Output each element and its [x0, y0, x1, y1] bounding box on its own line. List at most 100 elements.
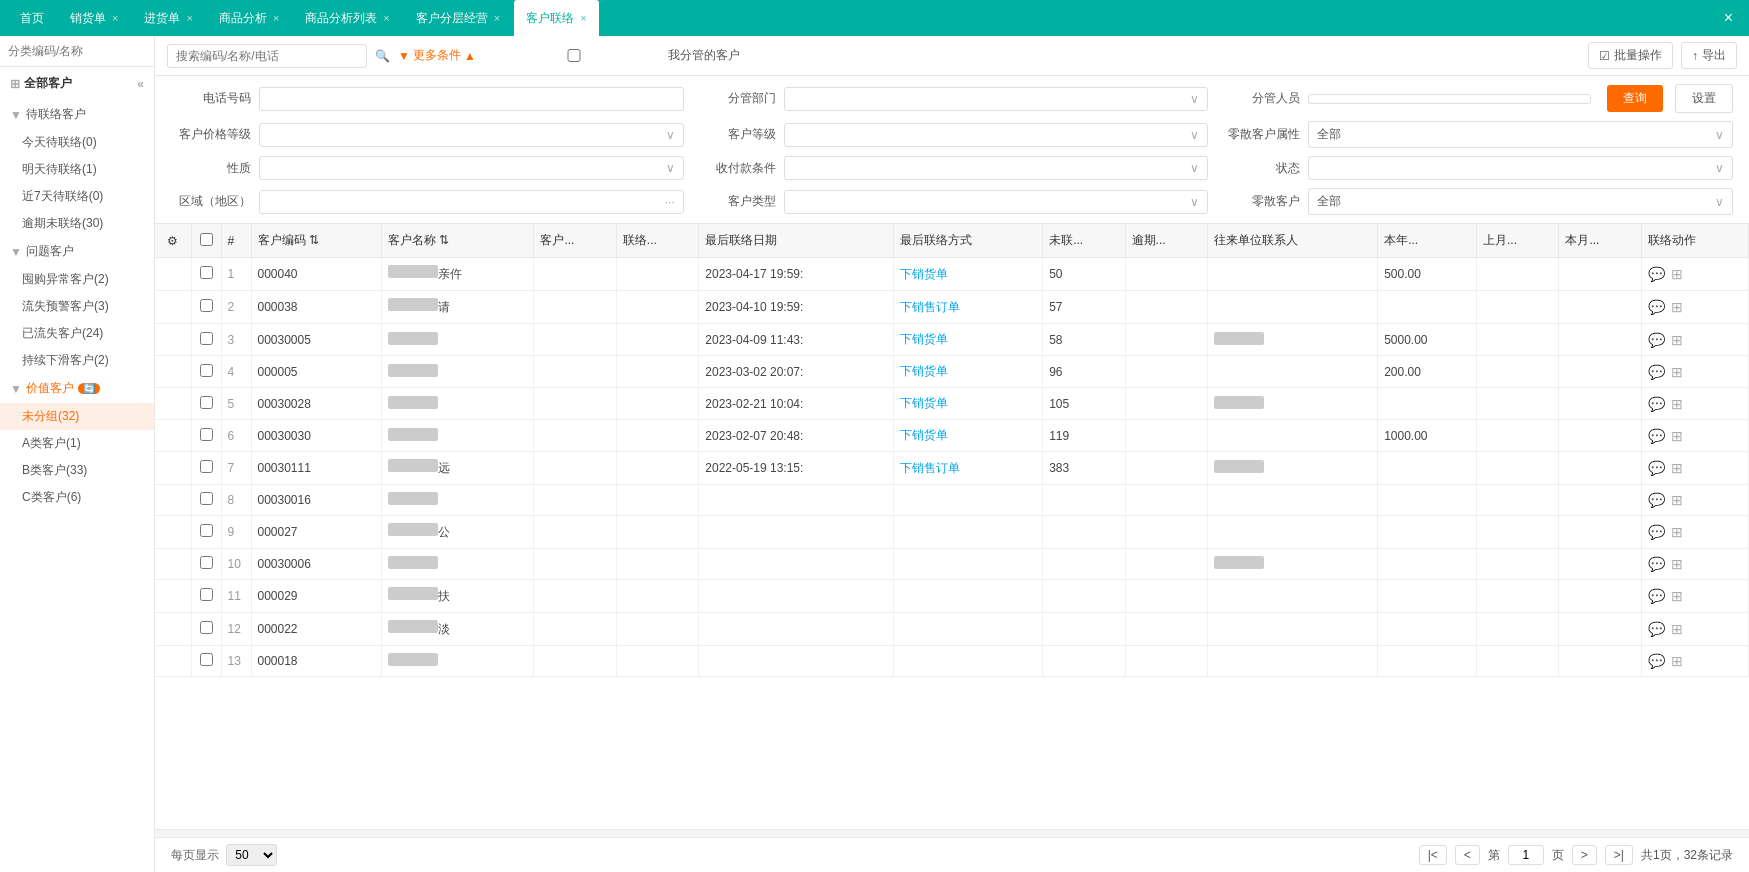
grid-action-icon[interactable]: ⊞: [1671, 266, 1683, 282]
last-contact-method-cell[interactable]: [894, 485, 1043, 516]
sidebar-item-abnormal[interactable]: 囤购异常客户(2): [0, 266, 154, 293]
message-action-icon[interactable]: 💬: [1648, 621, 1665, 637]
last-contact-method-cell[interactable]: [894, 646, 1043, 677]
last-contact-method-cell[interactable]: [894, 613, 1043, 646]
message-action-icon[interactable]: 💬: [1648, 588, 1665, 604]
row-checkbox-cell[interactable]: [191, 580, 221, 613]
nav-goods-analysis-list[interactable]: 商品分析列表 ×: [293, 0, 401, 36]
message-action-icon[interactable]: 💬: [1648, 653, 1665, 669]
last-contact-method-cell[interactable]: 下销货单: [894, 420, 1043, 452]
row-checkbox[interactable]: [200, 492, 213, 505]
overdue-column-header[interactable]: 逾期...: [1125, 224, 1207, 258]
nav-customer-contact[interactable]: 客户联络 ×: [514, 0, 598, 36]
sidebar-section-problem[interactable]: ▼ 问题客户: [0, 237, 154, 266]
last-page-button[interactable]: >|: [1605, 845, 1633, 865]
grid-action-icon[interactable]: ⊞: [1671, 653, 1683, 669]
dept-select[interactable]: ∨: [784, 87, 1209, 111]
prev-page-button[interactable]: <: [1455, 845, 1480, 865]
row-checkbox-cell[interactable]: [191, 324, 221, 356]
nav-goods-analysis[interactable]: 商品分析 ×: [207, 0, 291, 36]
sidebar-item-unclassified[interactable]: 未分组(32): [0, 403, 154, 430]
horizontal-scrollbar[interactable]: [155, 829, 1749, 837]
row-checkbox-cell[interactable]: [191, 388, 221, 420]
grid-action-icon[interactable]: ⊞: [1671, 396, 1683, 412]
page-input[interactable]: [1508, 845, 1544, 865]
sidebar-section-pending[interactable]: ▼ 待联络客户: [0, 100, 154, 129]
sidebar-item-churn-warning[interactable]: 流失预警客户(3): [0, 293, 154, 320]
first-page-button[interactable]: |<: [1419, 845, 1447, 865]
reset-button[interactable]: 设置: [1675, 84, 1733, 113]
uncontacted-column-header[interactable]: 未联...: [1043, 224, 1125, 258]
last-contact-method-cell[interactable]: 下销货单: [894, 258, 1043, 291]
sidebar-item-churned[interactable]: 已流失客户(24): [0, 320, 154, 347]
grid-action-icon[interactable]: ⊞: [1671, 364, 1683, 380]
row-checkbox[interactable]: [200, 524, 213, 537]
last-contact-method-cell[interactable]: 下销货单: [894, 388, 1043, 420]
more-conditions-button[interactable]: ▼ 更多条件 ▲: [398, 47, 476, 64]
sidebar-search-input[interactable]: [8, 44, 155, 58]
price-level-select[interactable]: ∨: [259, 123, 684, 147]
grid-action-icon[interactable]: ⊞: [1671, 460, 1683, 476]
message-action-icon[interactable]: 💬: [1648, 299, 1665, 315]
nav-purchase[interactable]: 进货单 ×: [132, 0, 204, 36]
sidebar-collapse-button[interactable]: «: [137, 77, 144, 91]
scattered-select[interactable]: 全部 ∨: [1308, 188, 1733, 215]
name-column-header[interactable]: 客户名称 ⇅: [381, 224, 534, 258]
code-column-header[interactable]: 客户编码 ⇅: [251, 224, 381, 258]
my-customers-checkbox[interactable]: [484, 49, 664, 62]
row-checkbox-cell[interactable]: [191, 485, 221, 516]
batch-ops-button[interactable]: ☑ 批量操作: [1588, 42, 1673, 69]
last-contact-method-cell[interactable]: 下销售订单: [894, 452, 1043, 485]
last-contact-method-cell[interactable]: [894, 549, 1043, 580]
sidebar-item-a-class[interactable]: A类客户(1): [0, 430, 154, 457]
row-checkbox-cell[interactable]: [191, 549, 221, 580]
message-action-icon[interactable]: 💬: [1648, 524, 1665, 540]
region-extra-icon[interactable]: ···: [665, 195, 675, 209]
nature-select[interactable]: ∨: [259, 156, 684, 180]
sidebar-item-tomorrow[interactable]: 明天待联络(1): [0, 156, 154, 183]
nav-home[interactable]: 首页: [8, 0, 56, 36]
row-checkbox-cell[interactable]: [191, 516, 221, 549]
sidebar-item-b-class[interactable]: B类客户(33): [0, 457, 154, 484]
sidebar-item-c-class[interactable]: C类客户(6): [0, 484, 154, 511]
grid-action-icon[interactable]: ⊞: [1671, 621, 1683, 637]
region-select[interactable]: ···: [259, 190, 684, 214]
row-checkbox[interactable]: [200, 653, 213, 666]
row-checkbox[interactable]: [200, 364, 213, 377]
grid-action-icon[interactable]: ⊞: [1671, 428, 1683, 444]
nav-purchase-close[interactable]: ×: [186, 12, 192, 24]
grid-action-icon[interactable]: ⊞: [1671, 556, 1683, 572]
sidebar-item-7days[interactable]: 近7天待联络(0): [0, 183, 154, 210]
grid-action-icon[interactable]: ⊞: [1671, 524, 1683, 540]
phone-input[interactable]: [259, 87, 684, 111]
row-checkbox[interactable]: [200, 460, 213, 473]
row-checkbox[interactable]: [200, 396, 213, 409]
nav-goods-analysis-close[interactable]: ×: [273, 12, 279, 24]
message-action-icon[interactable]: 💬: [1648, 556, 1665, 572]
contact-person-column-header[interactable]: 往来单位联系人: [1208, 224, 1378, 258]
last-contact-date-column-header[interactable]: 最后联络日期: [699, 224, 894, 258]
contact-column-header[interactable]: 联络...: [616, 224, 698, 258]
row-checkbox-cell[interactable]: [191, 356, 221, 388]
status-select[interactable]: ∨: [1308, 156, 1733, 180]
row-checkbox[interactable]: [200, 588, 213, 601]
row-checkbox[interactable]: [200, 299, 213, 312]
message-action-icon[interactable]: 💬: [1648, 492, 1665, 508]
last-contact-method-cell[interactable]: 下销售订单: [894, 291, 1043, 324]
message-action-icon[interactable]: 💬: [1648, 332, 1665, 348]
search-input[interactable]: [167, 44, 367, 68]
message-action-icon[interactable]: 💬: [1648, 266, 1665, 282]
nav-sales-close[interactable]: ×: [112, 12, 118, 24]
nav-customer-tier-close[interactable]: ×: [494, 12, 500, 24]
close-all-button[interactable]: ×: [1716, 9, 1741, 27]
customer-type-select[interactable]: ∨: [784, 190, 1209, 214]
row-checkbox-cell[interactable]: [191, 420, 221, 452]
last-contact-method-cell[interactable]: 下销货单: [894, 356, 1043, 388]
last-month-column-header[interactable]: 上月...: [1477, 224, 1559, 258]
scattered-attr-select[interactable]: 全部 ∨: [1308, 121, 1733, 148]
nav-goods-list-close[interactable]: ×: [383, 12, 389, 24]
this-month-column-header[interactable]: 本月...: [1559, 224, 1641, 258]
nav-customer-tier[interactable]: 客户分层经营 ×: [404, 0, 512, 36]
sidebar-section-value[interactable]: ▼ 价值客户 🔄: [0, 374, 154, 403]
grid-action-icon[interactable]: ⊞: [1671, 332, 1683, 348]
